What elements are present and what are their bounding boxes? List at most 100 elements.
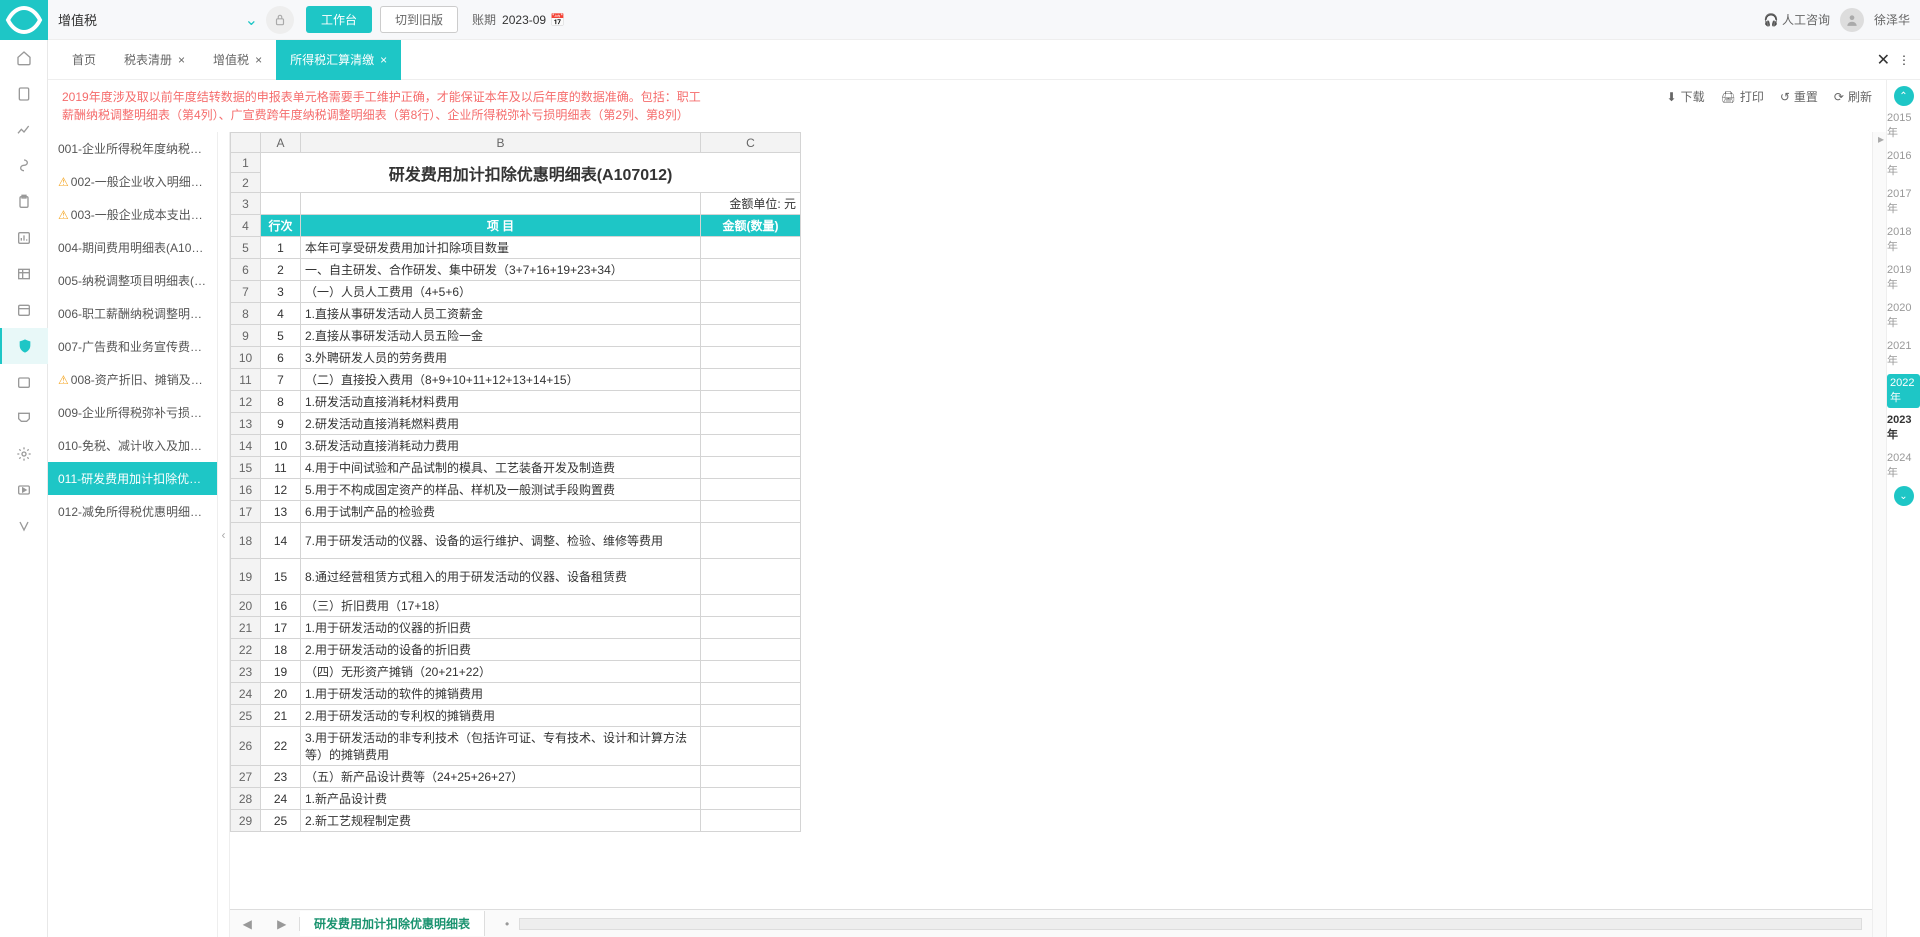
nav-money-icon[interactable] <box>0 148 48 184</box>
sheet-tab[interactable]: 研发费用加计扣除优惠明细表 <box>300 911 485 936</box>
table-row: 29252.新工艺规程制定费 <box>231 810 801 832</box>
table-row: 1281.研发活动直接消耗材料费用 <box>231 391 801 413</box>
module-label: 增值税 <box>58 10 97 29</box>
calendar-icon[interactable]: 📅 <box>550 13 565 27</box>
table-row: 16125.用于不构成固定资产的样品、样机及一般测试手段购置费 <box>231 479 801 501</box>
nav-clipboard-icon[interactable] <box>0 184 48 220</box>
nav-doc-icon[interactable] <box>0 76 48 112</box>
tab-3[interactable]: 所得税汇算清缴× <box>276 40 401 80</box>
form-item-4[interactable]: 005-纳税调整项目明细表(A1... <box>48 264 217 297</box>
nav-home-icon[interactable] <box>0 40 48 76</box>
form-item-6[interactable]: 007-广告费和业务宣传费跨... <box>48 330 217 363</box>
table-row: 73（一）人员人工费用（4+5+6） <box>231 281 801 303</box>
table-row: 51本年可享受研发费用加计扣除项目数量 <box>231 237 801 259</box>
year-scroll-up-icon[interactable]: ⌃ <box>1894 86 1914 106</box>
form-item-5[interactable]: 006-职工薪酬纳税调整明细... <box>48 297 217 330</box>
workbench-button[interactable]: 工作台 <box>306 6 372 33</box>
form-item-0[interactable]: 001-企业所得税年度纳税申... <box>48 132 217 165</box>
print-link[interactable]: 🖨 打印 <box>1721 88 1764 105</box>
period-value[interactable]: 2023-09 <box>502 13 546 27</box>
lock-icon[interactable] <box>266 6 294 34</box>
nav-settings-icon[interactable] <box>0 436 48 472</box>
year-scroll-down-icon[interactable]: ⌄ <box>1894 486 1914 506</box>
nav-chart-icon[interactable] <box>0 112 48 148</box>
tab-close-icon[interactable]: × <box>178 53 185 67</box>
form-item-3[interactable]: 004-期间费用明细表(A1040... <box>48 231 217 264</box>
nav-report-icon[interactable] <box>0 220 48 256</box>
app-logo <box>0 0 48 40</box>
unit-label[interactable]: 金额单位: 元 <box>701 193 801 215</box>
tab-2[interactable]: 增值税× <box>199 40 276 80</box>
year-2017年[interactable]: 2017年 <box>1887 184 1920 220</box>
year-2021年[interactable]: 2021年 <box>1887 336 1920 372</box>
table-row: 22182.用于研发活动的设备的折旧费 <box>231 639 801 661</box>
form-item-2[interactable]: ⚠003-一般企业成本支出明细... <box>48 198 217 231</box>
year-2023年[interactable]: 2023年 <box>1887 410 1920 446</box>
chevron-down-icon: ⌄ <box>245 10 258 30</box>
form-item-7[interactable]: ⚠008-资产折旧、摊销及纳税... <box>48 363 217 396</box>
form-item-11[interactable]: 012-减免所得税优惠明细表(... <box>48 495 217 528</box>
table-row: 26223.用于研发活动的非专利技术（包括许可证、专有技术、设计和计算方法等）的… <box>231 727 801 766</box>
avatar[interactable] <box>1840 8 1864 32</box>
table-row: 2016（三）折旧费用（17+18） <box>231 595 801 617</box>
nav-inbox-icon[interactable] <box>0 400 48 436</box>
warn-icon: ⚠ <box>58 208 69 222</box>
table-row: 28241.新产品设计费 <box>231 788 801 810</box>
warning-notice: 2019年度涉及取以前年度结转数据的申报表单元格需要手工维护正确，才能保证本年及… <box>62 88 712 124</box>
table-row: 1063.外聘研发人员的劳务费用 <box>231 347 801 369</box>
tab-1[interactable]: 税表清册× <box>110 40 199 80</box>
form-item-8[interactable]: 009-企业所得税弥补亏损明... <box>48 396 217 429</box>
top-bar: 增值税 ⌄ 工作台 切到旧版 账期 2023-09 📅 🎧 人工咨询 徐泽华 <box>48 0 1920 40</box>
form-item-10[interactable]: 011-研发费用加计扣除优惠... <box>48 462 217 495</box>
tab-close-all-icon[interactable]: ✕ <box>1877 50 1890 70</box>
table-row: 15114.用于中间试验和产品试制的模具、工艺装备开发及制造费 <box>231 457 801 479</box>
table-row: 17136.用于试制产品的检验费 <box>231 501 801 523</box>
table-row: 19158.通过经营租赁方式租入的用于研发活动的仪器、设备租赁费 <box>231 559 801 595</box>
consult-link[interactable]: 🎧 人工咨询 <box>1764 11 1830 28</box>
nav-archive-icon[interactable] <box>0 364 48 400</box>
refresh-link[interactable]: ⟳ 刷新 <box>1834 88 1872 105</box>
spreadsheet[interactable]: ABC1研发费用加计扣除优惠明细表(A107012)23金额单位: 元4行次项 … <box>230 132 1872 909</box>
year-2024年[interactable]: 2024年 <box>1887 448 1920 484</box>
nav-video-icon[interactable] <box>0 472 48 508</box>
module-dropdown[interactable]: 增值税 ⌄ <box>58 10 258 30</box>
sheet-nav-next-icon[interactable]: ▶ <box>277 917 286 931</box>
download-link[interactable]: ⬇ 下载 <box>1667 88 1705 105</box>
table-row: 117（二）直接投入费用（8+9+10+11+12+13+14+15） <box>231 369 801 391</box>
collapse-handle[interactable]: ‹ <box>218 132 230 937</box>
year-2018年[interactable]: 2018年 <box>1887 222 1920 258</box>
table-row: 24201.用于研发活动的软件的摊销费用 <box>231 683 801 705</box>
table-row: 841.直接从事研发活动人员工资薪金 <box>231 303 801 325</box>
table-row: 21171.用于研发活动的仪器的折旧费 <box>231 617 801 639</box>
horizontal-scrollbar[interactable] <box>519 918 1862 930</box>
year-2019年[interactable]: 2019年 <box>1887 260 1920 296</box>
left-sidebar <box>0 0 48 937</box>
tab-close-icon[interactable]: × <box>255 53 262 67</box>
nav-calendar-icon[interactable] <box>0 292 48 328</box>
sheet-nav-prev-icon[interactable]: ◀ <box>243 917 252 931</box>
period-label: 账期 <box>472 11 496 28</box>
form-list: 001-企业所得税年度纳税申...⚠002-一般企业收入明细表(A...⚠003… <box>48 132 218 937</box>
year-2022年[interactable]: 2022年 <box>1887 374 1920 408</box>
year-panel: ⌃ 2015年2016年2017年2018年2019年2020年2021年202… <box>1886 80 1920 937</box>
nav-table-icon[interactable] <box>0 256 48 292</box>
year-2020年[interactable]: 2020年 <box>1887 298 1920 334</box>
table-row: 1392.研发活动直接消耗燃料费用 <box>231 413 801 435</box>
nav-v-icon[interactable] <box>0 508 48 544</box>
year-2016年[interactable]: 2016年 <box>1887 146 1920 182</box>
year-2015年[interactable]: 2015年 <box>1887 108 1920 144</box>
switch-old-button[interactable]: 切到旧版 <box>380 6 458 33</box>
page-tabs: 首页税表清册×增值税×所得税汇算清缴× ✕ ⋮ <box>48 40 1920 80</box>
sheet-title[interactable]: 研发费用加计扣除优惠明细表(A107012) <box>261 153 801 193</box>
tab-more-icon[interactable]: ⋮ <box>1898 53 1910 67</box>
table-row: 18147.用于研发活动的仪器、设备的运行维护、调整、检验、维修等费用 <box>231 523 801 559</box>
username[interactable]: 徐泽华 <box>1874 11 1910 28</box>
form-item-9[interactable]: 010-免税、减计收入及加计... <box>48 429 217 462</box>
tab-0[interactable]: 首页 <box>58 40 110 80</box>
table-row: 62一、自主研发、合作研发、集中研发（3+7+16+19+23+34） <box>231 259 801 281</box>
nav-tax-icon[interactable] <box>0 328 48 364</box>
form-item-1[interactable]: ⚠002-一般企业收入明细表(A... <box>48 165 217 198</box>
tab-close-icon[interactable]: × <box>380 53 387 67</box>
reset-link[interactable]: ↺ 重置 <box>1780 88 1818 105</box>
vertical-scrollbar[interactable]: ▸ <box>1872 132 1886 937</box>
